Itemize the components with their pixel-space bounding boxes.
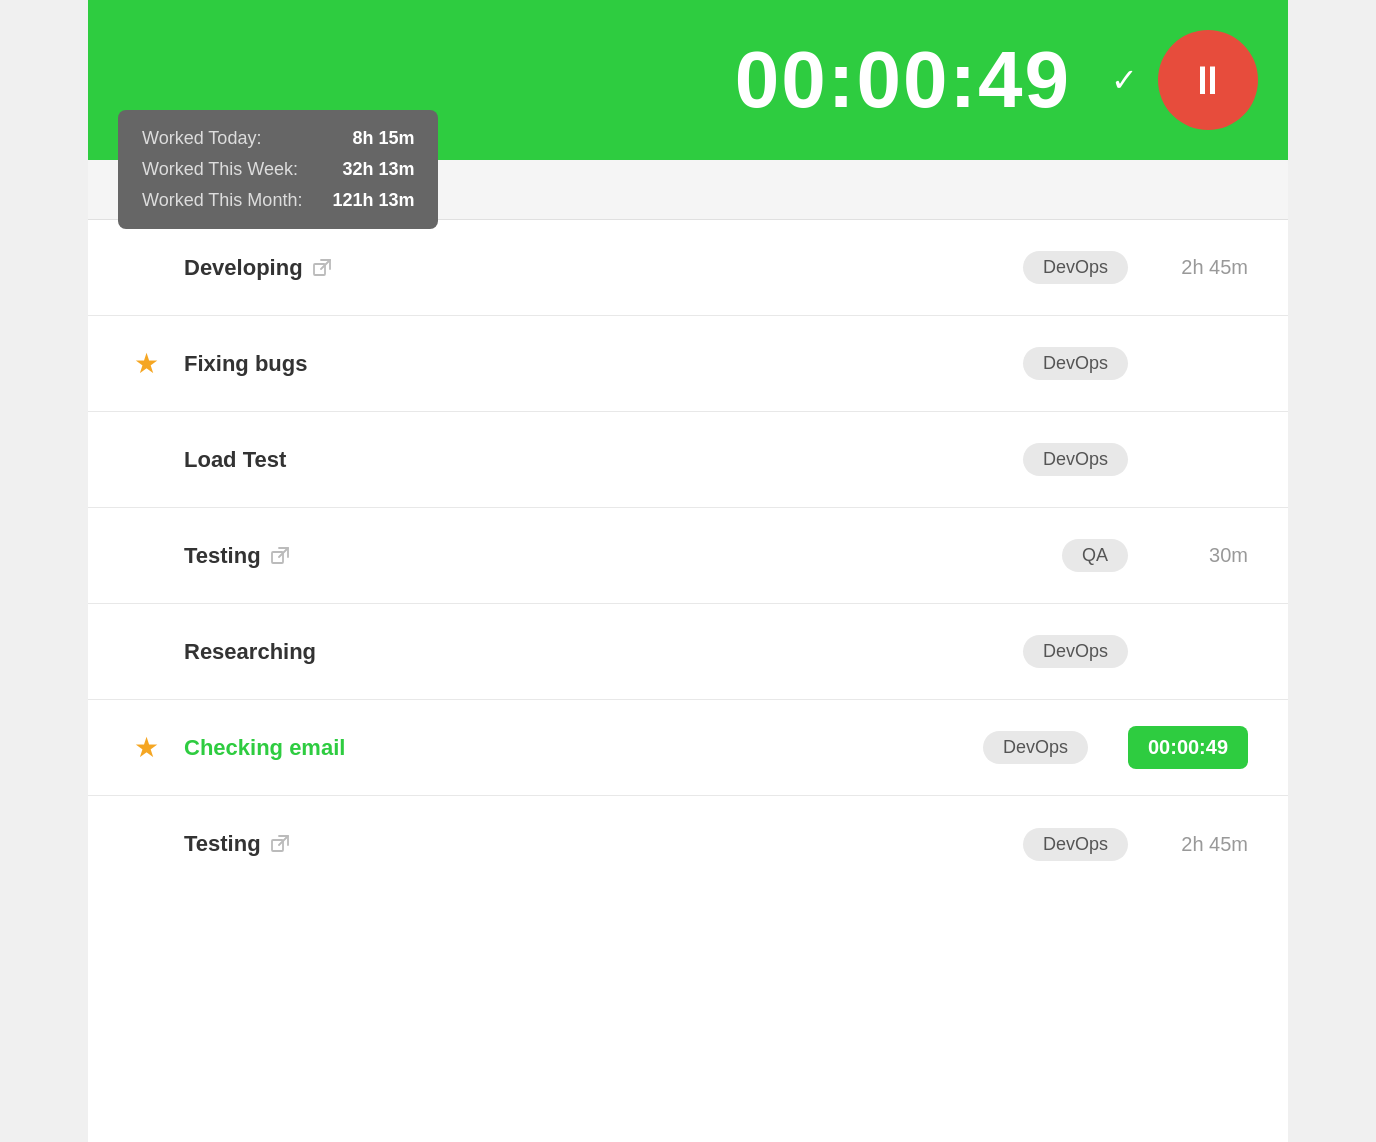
header: 00:00:49 ✓ Worked Today: 8h 15m Worked T… bbox=[88, 0, 1288, 160]
task-duration: 2h 45m bbox=[1168, 256, 1248, 279]
chevron-down-icon[interactable]: ✓ bbox=[1111, 61, 1138, 99]
tooltip-week-label: Worked This Week: bbox=[142, 159, 298, 180]
tag-badge[interactable]: DevOps bbox=[1023, 443, 1128, 476]
task-row[interactable]: DevelopingDevOps 2h 45m bbox=[88, 220, 1288, 316]
task-name: Researching bbox=[184, 639, 1023, 665]
tooltip-today-label: Worked Today: bbox=[142, 128, 261, 149]
task-name: Fixing bugs bbox=[184, 351, 1023, 377]
external-link-icon[interactable] bbox=[271, 835, 289, 853]
tooltip-row-week: Worked This Week: 32h 13m bbox=[142, 159, 414, 180]
app-container: 00:00:49 ✓ Worked Today: 8h 15m Worked T… bbox=[88, 0, 1288, 1142]
pause-icon: ⏸ bbox=[1188, 58, 1228, 103]
task-duration: 2h 45m bbox=[1168, 833, 1248, 856]
task-name: Checking email bbox=[184, 735, 983, 761]
tooltip-row-month: Worked This Month: 121h 13m bbox=[142, 190, 414, 211]
pause-button[interactable]: ⏸ bbox=[1158, 30, 1258, 130]
task-row[interactable]: TestingDevOps 2h 45m bbox=[88, 796, 1288, 892]
main-timer: 00:00:49 bbox=[735, 34, 1071, 126]
task-name: Testing bbox=[184, 543, 1062, 569]
tooltip-month-value: 121h 13m bbox=[332, 190, 414, 211]
star-icon[interactable]: ★ bbox=[128, 347, 164, 380]
task-name: Developing bbox=[184, 255, 1023, 281]
tag-badge[interactable]: DevOps bbox=[983, 731, 1088, 764]
active-task-timer[interactable]: 00:00:49 bbox=[1128, 726, 1248, 769]
task-row[interactable]: ResearchingDevOps bbox=[88, 604, 1288, 700]
tooltip-today-value: 8h 15m bbox=[352, 128, 414, 149]
star-icon[interactable]: ★ bbox=[128, 731, 164, 764]
external-link-icon[interactable] bbox=[313, 259, 331, 277]
task-row[interactable]: ★ Fixing bugsDevOps bbox=[88, 316, 1288, 412]
task-name: Testing bbox=[184, 831, 1023, 857]
tooltip-row-today: Worked Today: 8h 15m bbox=[142, 128, 414, 149]
task-row[interactable]: ★ Checking emailDevOps 00:00:49 bbox=[88, 700, 1288, 796]
tag-badge[interactable]: DevOps bbox=[1023, 347, 1128, 380]
tag-badge[interactable]: DevOps bbox=[1023, 828, 1128, 861]
tooltip-week-value: 32h 13m bbox=[342, 159, 414, 180]
tag-badge[interactable]: QA bbox=[1062, 539, 1128, 572]
tag-badge[interactable]: DevOps bbox=[1023, 251, 1128, 284]
tag-badge[interactable]: DevOps bbox=[1023, 635, 1128, 668]
task-name: Load Test bbox=[184, 447, 1023, 473]
task-duration: 30m bbox=[1168, 544, 1248, 567]
task-row[interactable]: Load TestDevOps bbox=[88, 412, 1288, 508]
task-row[interactable]: TestingQA 30m bbox=[88, 508, 1288, 604]
tooltip-popup: Worked Today: 8h 15m Worked This Week: 3… bbox=[118, 110, 438, 229]
tasks-list: DevelopingDevOps2h 45m★Fixing bugsDevOps… bbox=[88, 220, 1288, 1142]
tooltip-month-label: Worked This Month: bbox=[142, 190, 302, 211]
external-link-icon[interactable] bbox=[271, 547, 289, 565]
